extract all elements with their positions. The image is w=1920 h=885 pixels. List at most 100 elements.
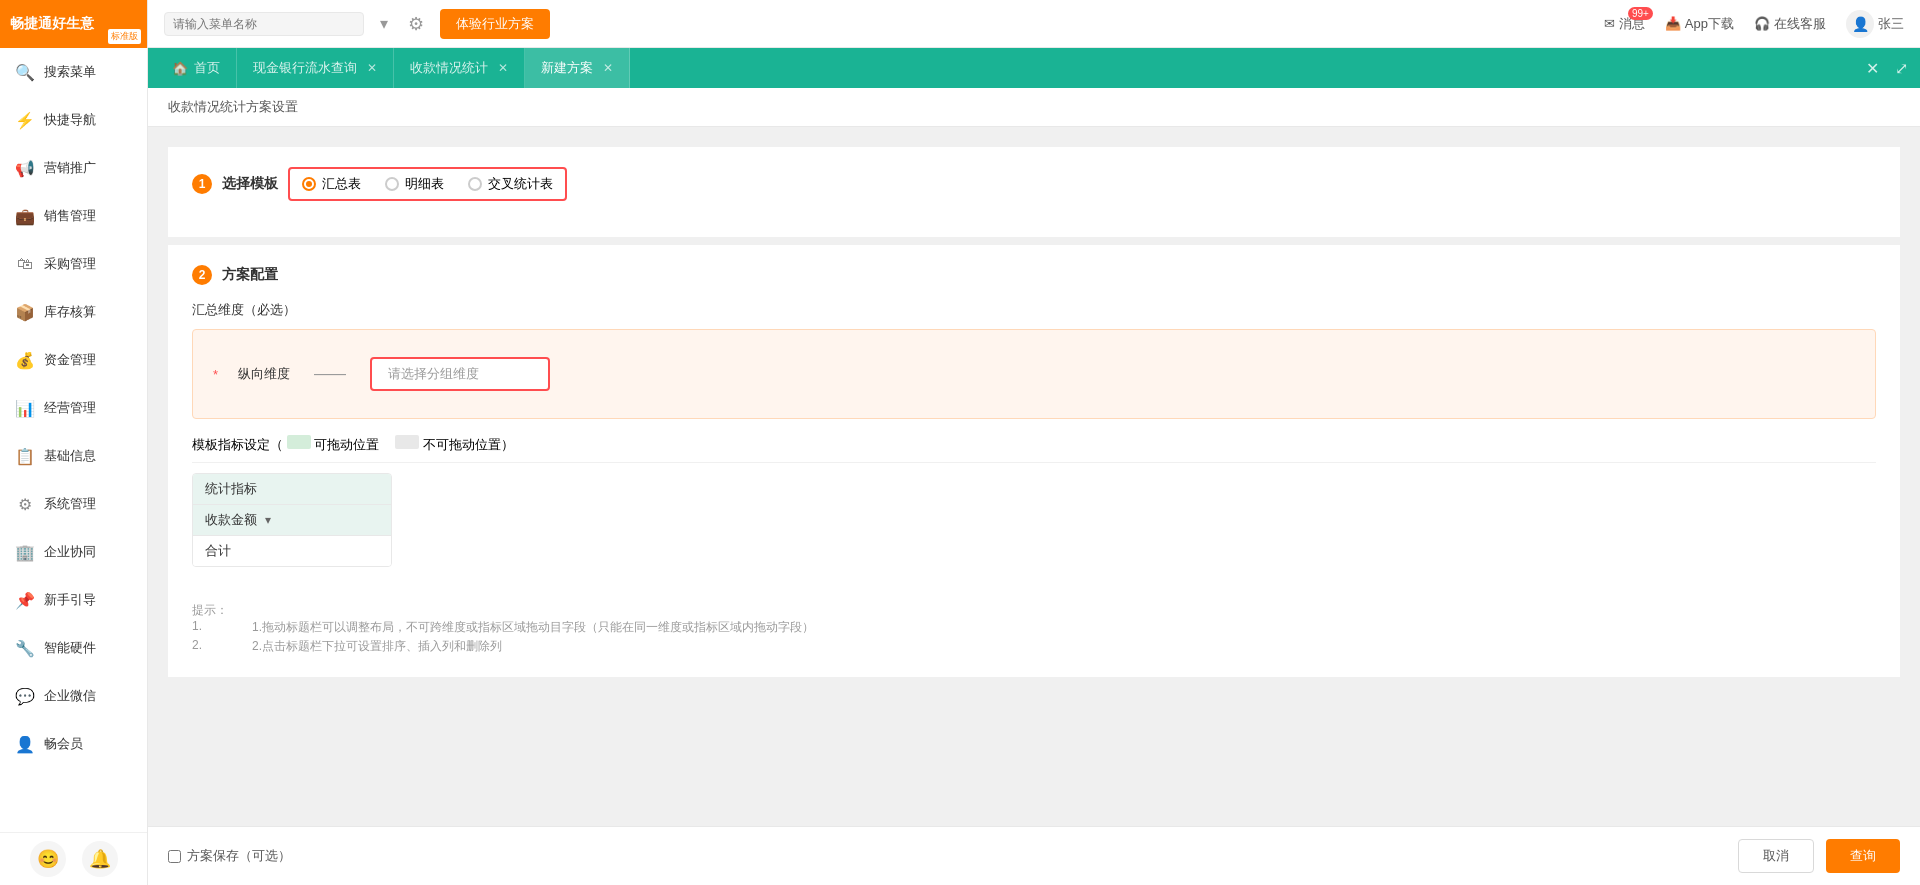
stats-table-row[interactable]: 收款金额 ▾ xyxy=(193,505,391,535)
user-name: 张三 xyxy=(1878,15,1904,33)
sidebar-notification[interactable]: 🔔 xyxy=(82,841,118,877)
tips-item-2: 2.点击标题栏下拉可设置排序、插入列和删除列 xyxy=(192,638,1876,655)
main-area: ▾ ⚙ 体验行业方案 ✉ 消息 99+ 📥 App下载 🎧 在线客服 👤 张三 xyxy=(148,0,1920,885)
finance-icon: 💰 xyxy=(16,351,34,369)
corp-icon: 🏢 xyxy=(16,543,34,561)
management-icon: 📊 xyxy=(16,399,34,417)
sidebar-item-management[interactable]: 📊 经营管理 xyxy=(0,384,147,432)
tab-expand-icon[interactable]: ⤢ xyxy=(1891,55,1912,82)
dropdown-icon[interactable]: ▾ xyxy=(380,14,388,33)
tab-bar: 🏠 首页 现金银行流水查询 ✕ 收款情况统计 ✕ 新建方案 ✕ ✕ ⤢ xyxy=(148,48,1920,88)
sidebar-item-hardware[interactable]: 🔧 智能硬件 xyxy=(0,624,147,672)
sidebar-item-label: 快捷导航 xyxy=(44,111,96,129)
sidebar-item-label: 销售管理 xyxy=(44,207,96,225)
tips-item-1: 1.拖动标题栏可以调整布局，不可跨维度或指标区域拖动目字段（只能在同一维度或指标… xyxy=(192,619,1876,636)
tab-cash-flow-close[interactable]: ✕ xyxy=(367,61,377,75)
download-item[interactable]: 📥 App下载 xyxy=(1665,15,1734,33)
save-option[interactable]: 方案保存（可选） xyxy=(168,847,291,865)
sidebar-item-stock[interactable]: 📦 库存核算 xyxy=(0,288,147,336)
radio-summary-label: 汇总表 xyxy=(322,175,361,193)
sidebar-item-label: 采购管理 xyxy=(44,255,96,273)
indicators-header: 模板指标设定（ 可拖动位置 不可拖动位置） xyxy=(192,435,1876,463)
sidebar-item-label: 新手引导 xyxy=(44,591,96,609)
section2-num: 2 xyxy=(192,265,212,285)
sidebar-item-label: 基础信息 xyxy=(44,447,96,465)
tab-close-all-icon[interactable]: ✕ xyxy=(1862,55,1883,82)
sidebar-item-label: 经营管理 xyxy=(44,399,96,417)
sidebar-item-marketing[interactable]: 📢 营销推广 xyxy=(0,144,147,192)
cancel-button[interactable]: 取消 xyxy=(1738,839,1814,873)
sidebar-item-wechat[interactable]: 💬 企业微信 xyxy=(0,672,147,720)
sidebar-logo: 畅捷通好生意 标准版 xyxy=(0,0,147,48)
vertical-dim-label: 纵向维度 xyxy=(238,365,290,383)
section-template: 1 选择模板 汇总表 明细表 交叉统计表 xyxy=(168,147,1900,237)
search-input[interactable] xyxy=(164,12,364,36)
sidebar-item-search-menu[interactable]: 🔍 搜索菜单 xyxy=(0,48,147,96)
save-checkbox[interactable] xyxy=(168,850,181,863)
quick-nav-icon: ⚡ xyxy=(16,111,34,129)
sidebar-item-quick-nav[interactable]: ⚡ 快捷导航 xyxy=(0,96,147,144)
section1-num: 1 xyxy=(192,174,212,194)
purchase-icon: 🛍 xyxy=(16,255,34,273)
tab-home[interactable]: 🏠 首页 xyxy=(156,48,237,88)
message-icon: ✉ xyxy=(1604,16,1615,31)
sidebar-item-corp[interactable]: 🏢 企业协同 xyxy=(0,528,147,576)
notification-badge: 99+ xyxy=(1628,7,1653,20)
sidebar-item-label: 企业协同 xyxy=(44,543,96,561)
page-header-title: 收款情况统计方案设置 xyxy=(168,99,298,114)
draggable-legend-box xyxy=(287,435,311,449)
marketing-icon: 📢 xyxy=(16,159,34,177)
radio-detail-label: 明细表 xyxy=(405,175,444,193)
tab-cash-flow[interactable]: 现金银行流水查询 ✕ xyxy=(237,48,394,88)
template-options: 汇总表 明细表 交叉统计表 xyxy=(288,167,567,201)
service-item[interactable]: 🎧 在线客服 xyxy=(1754,15,1826,33)
sidebar-item-finance[interactable]: 💰 资金管理 xyxy=(0,336,147,384)
tab-bar-actions: ✕ ⤢ xyxy=(1862,55,1912,82)
search-menu-icon: 🔍 xyxy=(16,63,34,81)
tab-new-plan-close[interactable]: ✕ xyxy=(603,61,613,75)
member-icon: 👤 xyxy=(16,735,34,753)
message-item[interactable]: ✉ 消息 99+ xyxy=(1604,15,1645,33)
system-icon: ⚙ xyxy=(16,495,34,513)
sidebar-bottom: 😊 🔔 xyxy=(0,832,147,885)
sidebar-item-label: 库存核算 xyxy=(44,303,96,321)
tab-receipt-stats-close[interactable]: ✕ xyxy=(498,61,508,75)
sidebar-item-system[interactable]: ⚙ 系统管理 xyxy=(0,480,147,528)
sidebar-item-label: 企业微信 xyxy=(44,687,96,705)
stats-table-header: 统计指标 xyxy=(193,474,391,505)
sidebar-avatar[interactable]: 😊 xyxy=(30,841,66,877)
sidebar: 畅捷通好生意 标准版 🔍 搜索菜单 ⚡ 快捷导航 📢 营销推广 💼 销售管理 🛍… xyxy=(0,0,148,885)
radio-detail[interactable]: 明细表 xyxy=(385,175,444,193)
stats-dropdown-icon[interactable]: ▾ xyxy=(265,513,271,527)
tab-new-plan[interactable]: 新建方案 ✕ xyxy=(525,48,630,88)
service-label: 在线客服 xyxy=(1774,15,1826,33)
summary-dim-title: 汇总维度（必选） xyxy=(192,301,1876,319)
sidebar-item-label: 智能硬件 xyxy=(44,639,96,657)
sidebar-item-label: 畅会员 xyxy=(44,735,83,753)
query-button[interactable]: 查询 xyxy=(1826,839,1900,873)
sidebar-item-label: 系统管理 xyxy=(44,495,96,513)
tab-new-plan-label: 新建方案 xyxy=(541,59,593,77)
trial-button[interactable]: 体验行业方案 xyxy=(440,9,550,39)
tab-receipt-stats[interactable]: 收款情况统计 ✕ xyxy=(394,48,525,88)
radio-cross[interactable]: 交叉统计表 xyxy=(468,175,553,193)
user-info[interactable]: 👤 张三 xyxy=(1846,10,1904,38)
sidebar-logo-badge: 标准版 xyxy=(108,29,141,44)
required-mark: * xyxy=(213,367,218,382)
sidebar-item-label: 搜索菜单 xyxy=(44,63,96,81)
sidebar-item-label: 资金管理 xyxy=(44,351,96,369)
tips-section: 提示： 1.拖动标题栏可以调整布局，不可跨维度或指标区域拖动目字段（只能在同一维… xyxy=(192,586,1876,655)
user-avatar: 👤 xyxy=(1846,10,1874,38)
basic-icon: 📋 xyxy=(16,447,34,465)
settings-icon[interactable]: ⚙ xyxy=(408,13,424,35)
dimension-select[interactable]: 请选择分组维度 xyxy=(370,357,550,391)
sidebar-item-guide[interactable]: 📌 新手引导 xyxy=(0,576,147,624)
bottom-bar: 方案保存（可选） 取消 查询 xyxy=(148,826,1920,885)
radio-summary[interactable]: 汇总表 xyxy=(302,175,361,193)
sidebar-item-sales[interactable]: 💼 销售管理 xyxy=(0,192,147,240)
sidebar-item-basic[interactable]: 📋 基础信息 xyxy=(0,432,147,480)
dimension-area: * 纵向维度 —— 请选择分组维度 xyxy=(192,329,1876,419)
sidebar-item-purchase[interactable]: 🛍 采购管理 xyxy=(0,240,147,288)
sidebar-item-member[interactable]: 👤 畅会员 xyxy=(0,720,147,768)
section2-label: 方案配置 xyxy=(222,266,278,284)
